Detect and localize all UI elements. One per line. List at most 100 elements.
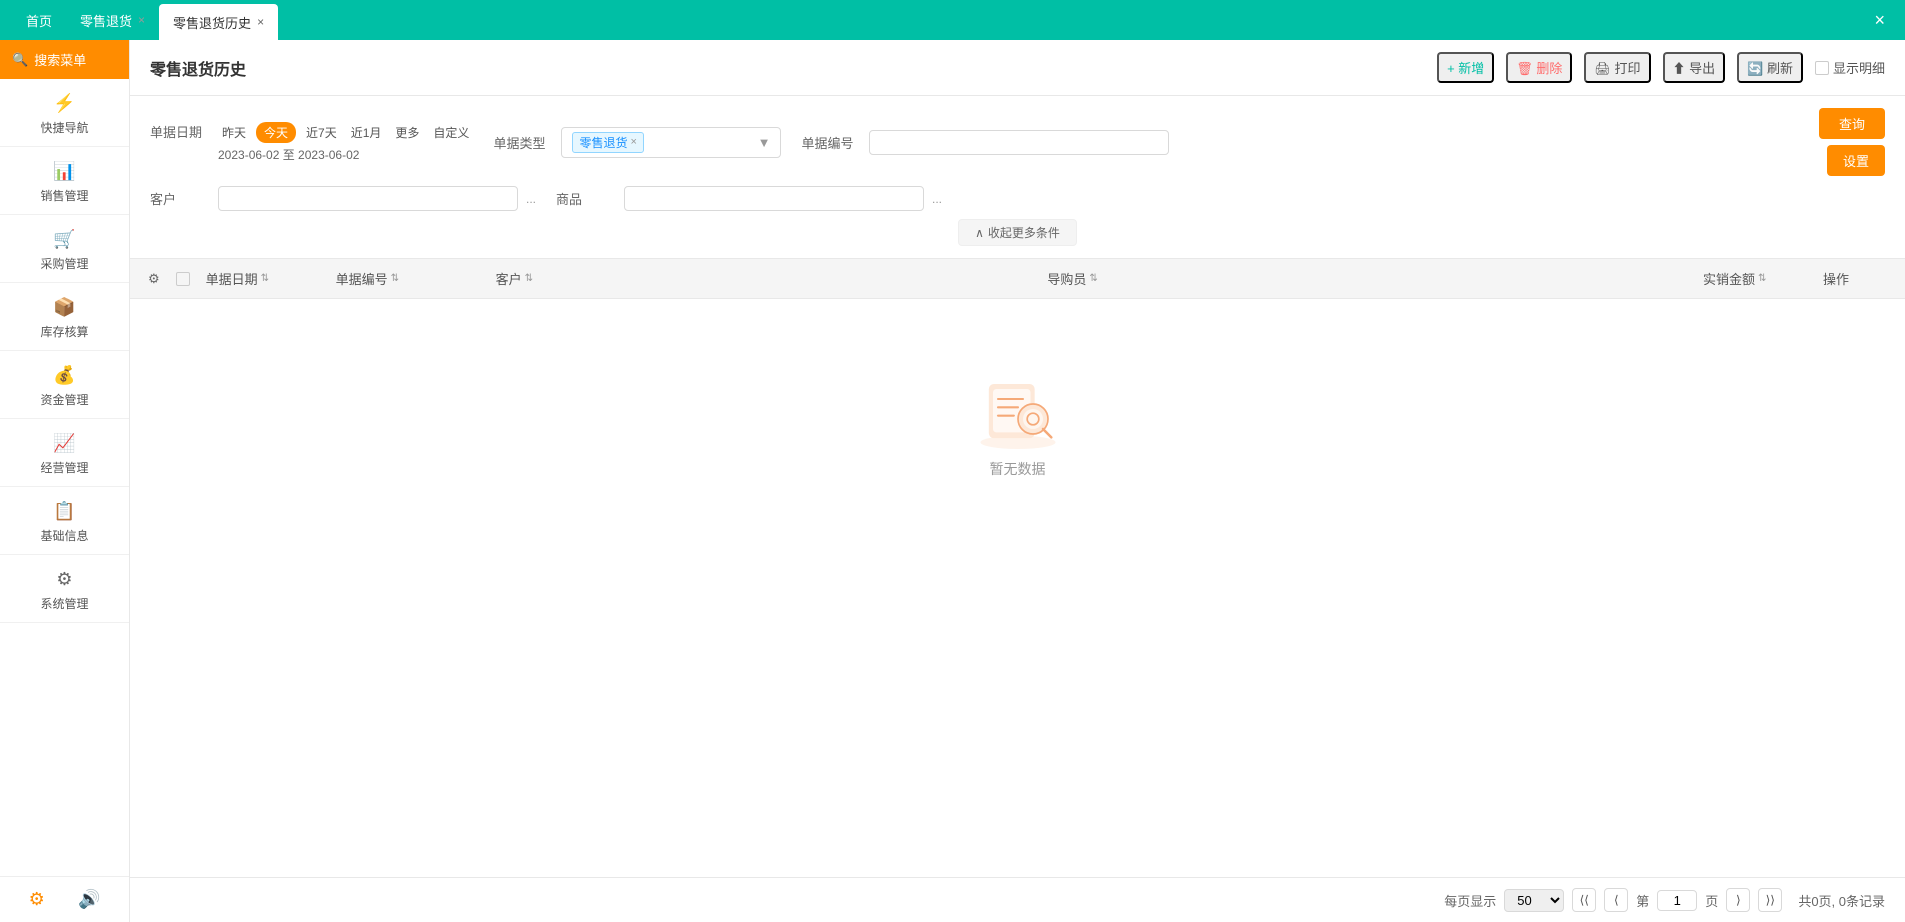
- delete-button[interactable]: 🗑 删除: [1506, 52, 1572, 83]
- customer-filter-group: 客户 ...: [150, 186, 536, 211]
- operations-icon: 📈: [53, 433, 75, 454]
- tab-retail-return-history[interactable]: 零售退货历史 ×: [159, 4, 278, 40]
- next-page-button[interactable]: ⟩: [1726, 888, 1750, 912]
- tab-home[interactable]: 首页: [12, 0, 66, 40]
- type-select-arrow-icon: ▼: [758, 135, 771, 150]
- tab-retail-return-history-label: 零售退货历史: [173, 13, 251, 32]
- sidebar-item-finance[interactable]: 💰 资金管理: [0, 351, 129, 419]
- prev-page-button[interactable]: ⟨: [1604, 888, 1628, 912]
- customer-ellipsis[interactable]: ...: [526, 192, 536, 206]
- sidebar-item-operations-label: 经营管理: [40, 459, 88, 476]
- pagination: 每页显示 20 50 100 ⟨⟨ ⟨ 第 1 页 ⟩ ⟩⟩ 共0页, 0条记录: [130, 877, 1905, 922]
- type-tag-close[interactable]: ×: [630, 136, 636, 148]
- volume-icon[interactable]: 🔊: [78, 889, 100, 910]
- date-custom[interactable]: 自定义: [429, 122, 473, 143]
- type-filter-group: 单据类型 零售退货 × ▼: [493, 127, 781, 158]
- sidebar-item-sales[interactable]: 📊 销售管理: [0, 147, 129, 215]
- export-button[interactable]: ⬆ 导出: [1663, 52, 1726, 83]
- col-amount-label: 实销金额: [1703, 269, 1755, 288]
- finance-icon: 💰: [53, 365, 75, 386]
- sidebar-item-finance-label: 资金管理: [40, 391, 88, 408]
- empty-state-icon: [968, 359, 1068, 459]
- tab-retail-return-close[interactable]: ×: [138, 13, 145, 27]
- sidebar-search[interactable]: 🔍 搜索菜单: [0, 40, 129, 79]
- filter-action-buttons: 查询 设置: [1819, 108, 1885, 176]
- show-detail-checkbox[interactable]: [1815, 61, 1829, 75]
- settings-bottom-icon[interactable]: ⚙: [29, 889, 45, 910]
- per-page-select[interactable]: 20 50 100: [1504, 889, 1564, 912]
- sidebar-item-system[interactable]: ⚙ 系统管理: [0, 555, 129, 623]
- col-date-label: 单据日期: [206, 269, 258, 288]
- date-filter-label: 单据日期: [150, 122, 210, 141]
- table-settings-icon[interactable]: ⚙: [140, 271, 168, 287]
- sidebar-search-label: 搜索菜单: [34, 50, 86, 69]
- col-customer[interactable]: 客户 ⇅: [488, 269, 1040, 288]
- col-num-label: 单据编号: [336, 269, 388, 288]
- last-page-button[interactable]: ⟩⟩: [1758, 888, 1782, 912]
- query-button[interactable]: 查询: [1819, 108, 1885, 139]
- print-button[interactable]: 🖨 打印: [1584, 52, 1650, 83]
- page-input[interactable]: 1: [1657, 890, 1697, 911]
- date-more[interactable]: 更多: [391, 122, 423, 143]
- top-bar: 首页 零售退货 × 零售退货历史 × ×: [0, 0, 1905, 40]
- first-page-button[interactable]: ⟨⟨: [1572, 888, 1596, 912]
- show-detail-toggle[interactable]: 显示明细: [1815, 58, 1885, 77]
- col-num[interactable]: 单据编号 ⇅: [328, 269, 488, 288]
- voucher-input[interactable]: [869, 130, 1169, 155]
- inventory-icon: 📦: [53, 297, 75, 318]
- purchase-icon: 🛒: [53, 229, 75, 250]
- goods-filter-label: 商品: [556, 189, 616, 208]
- sidebar-item-quick-nav-label: 快捷导航: [40, 119, 88, 136]
- table-select-all[interactable]: [168, 272, 198, 286]
- date-today[interactable]: 今天: [256, 122, 296, 143]
- sidebar-bottom: ⚙ 🔊: [0, 876, 129, 922]
- col-guide[interactable]: 导购员 ⇅: [1039, 269, 1159, 288]
- sidebar-item-quick-nav[interactable]: ⚡ 快捷导航: [0, 79, 129, 147]
- content-area: 零售退货历史 + 新增 🗑 删除 🖨 打印 ⬆ 导出 🔄 刷新 显示明细 单据日…: [130, 40, 1905, 922]
- collapse-button[interactable]: ∧ 收起更多条件: [958, 219, 1077, 246]
- customer-input[interactable]: [218, 186, 518, 211]
- show-detail-label: 显示明细: [1833, 58, 1885, 77]
- col-guide-sort-icon: ⇅: [1089, 274, 1097, 284]
- tab-retail-return-history-close[interactable]: ×: [257, 15, 264, 29]
- date-options-container: 昨天 今天 近7天 近1月 更多 自定义 2023-06-02 至 2023-0…: [218, 122, 473, 163]
- date-filter-group: 单据日期 昨天 今天 近7天 近1月 更多 自定义 2023-06-02 至 2…: [150, 122, 473, 163]
- col-customer-label: 客户: [496, 269, 522, 288]
- sidebar-item-purchase[interactable]: 🛒 采购管理: [0, 215, 129, 283]
- date-options: 昨天 今天 近7天 近1月 更多 自定义: [218, 122, 473, 143]
- tab-retail-return-label: 零售退货: [80, 11, 132, 30]
- tab-retail-return[interactable]: 零售退货 ×: [66, 0, 159, 40]
- search-icon: 🔍: [12, 52, 28, 68]
- collapse-label: 收起更多条件: [988, 224, 1060, 241]
- goods-ellipsis[interactable]: ...: [932, 192, 942, 206]
- empty-state: 暂无数据: [130, 299, 1905, 539]
- sidebar-item-inventory[interactable]: 📦 库存核算: [0, 283, 129, 351]
- col-op-label: 操作: [1823, 269, 1849, 288]
- window-close-button[interactable]: ×: [1866, 6, 1893, 34]
- type-tag: 零售退货 ×: [572, 132, 643, 153]
- tab-home-label: 首页: [26, 11, 52, 30]
- header-actions: + 新增 🗑 删除 🖨 打印 ⬆ 导出 🔄 刷新 显示明细: [1437, 52, 1885, 83]
- collapse-row: ∧ 收起更多条件: [150, 215, 1885, 246]
- refresh-button[interactable]: 🔄 刷新: [1737, 52, 1803, 83]
- sidebar-item-operations[interactable]: 📈 经营管理: [0, 419, 129, 487]
- setting-button[interactable]: 设置: [1827, 145, 1885, 176]
- page-label: 第: [1636, 891, 1649, 910]
- col-op: 操作: [1815, 269, 1895, 288]
- type-select[interactable]: 零售退货 × ▼: [561, 127, 781, 158]
- select-all-checkbox[interactable]: [176, 272, 190, 286]
- col-date[interactable]: 单据日期 ⇅: [198, 269, 328, 288]
- date-7days[interactable]: 近7天: [302, 122, 341, 143]
- collapse-up-icon: ∧: [975, 226, 984, 240]
- filter-row-1: 单据日期 昨天 今天 近7天 近1月 更多 自定义 2023-06-02 至 2…: [150, 108, 1885, 176]
- date-range-display: 2023-06-02 至 2023-06-02: [218, 146, 473, 163]
- sidebar-item-basic-info[interactable]: 📋 基础信息: [0, 487, 129, 555]
- table-header: ⚙ 单据日期 ⇅ 单据编号 ⇅ 客户 ⇅ 导购员 ⇅: [130, 259, 1905, 299]
- date-yesterday[interactable]: 昨天: [218, 122, 250, 143]
- goods-input[interactable]: [624, 186, 924, 211]
- basic-info-icon: 📋: [53, 501, 75, 522]
- add-button[interactable]: + 新增: [1437, 52, 1494, 83]
- sidebar: 🔍 搜索菜单 ⚡ 快捷导航 📊 销售管理 🛒 采购管理 📦 库存核算 💰 资金管…: [0, 40, 130, 922]
- date-1month[interactable]: 近1月: [347, 122, 386, 143]
- col-amount[interactable]: 实销金额 ⇅: [1695, 269, 1815, 288]
